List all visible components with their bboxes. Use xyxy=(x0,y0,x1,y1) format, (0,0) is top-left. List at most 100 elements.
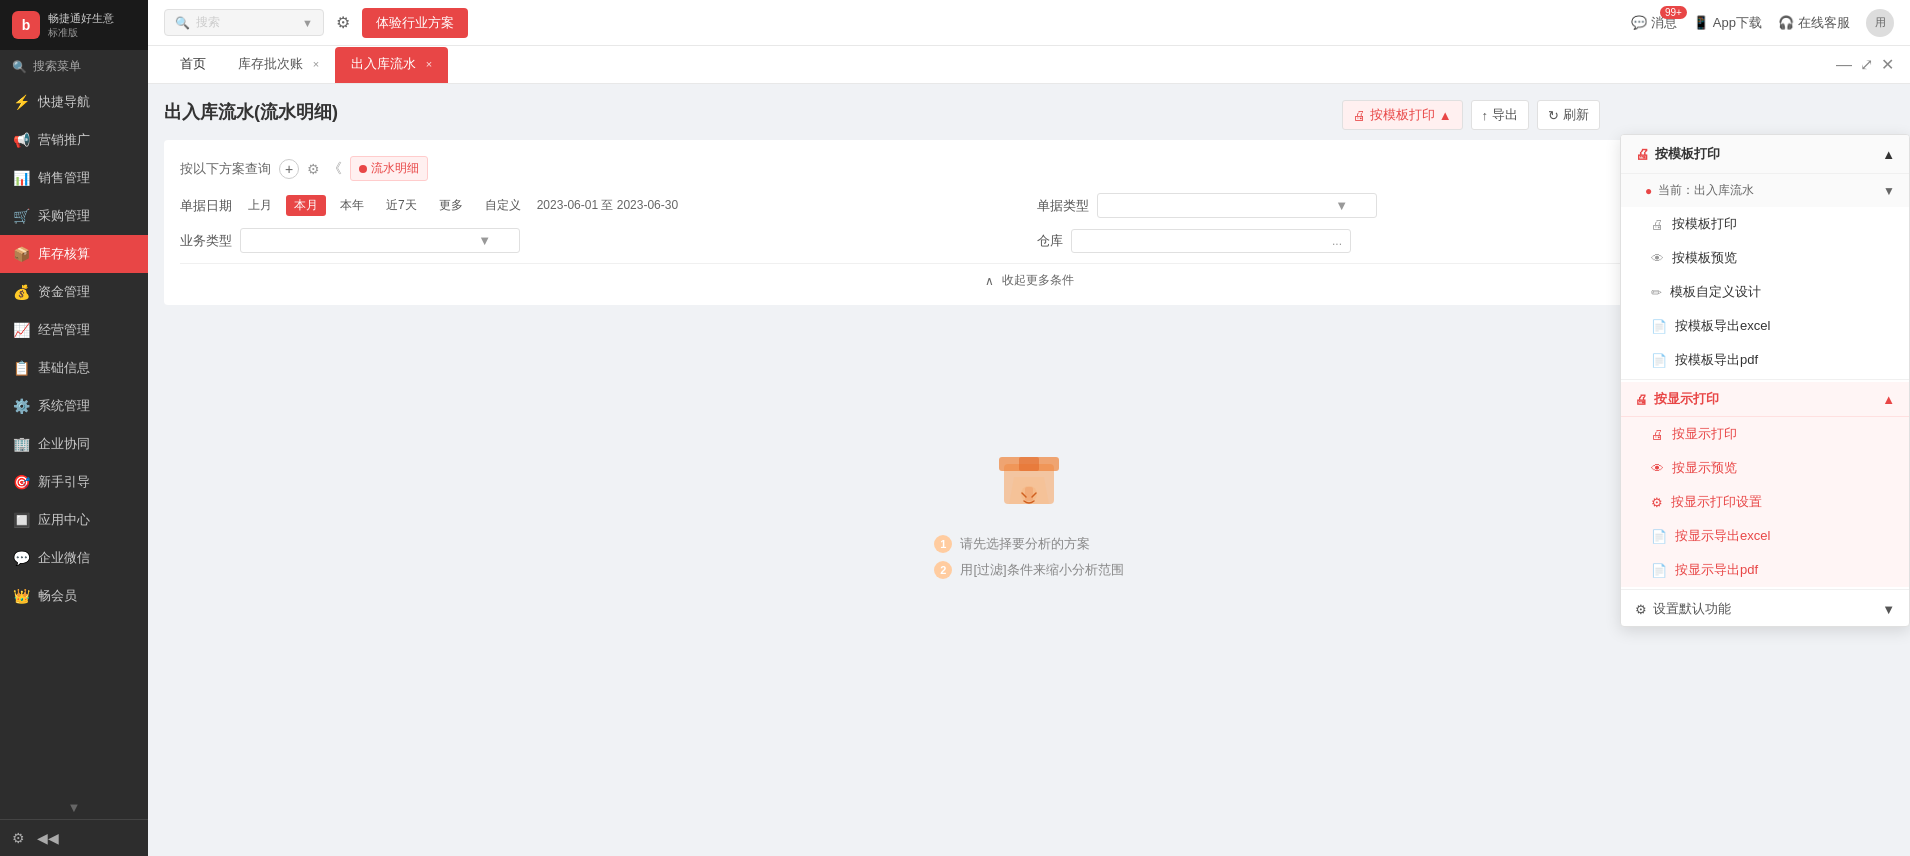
filter-warehouse-input[interactable]: ... xyxy=(1071,229,1351,253)
settings-bottom-icon[interactable]: ⚙ xyxy=(12,830,25,846)
dropdown-item-export-pdf[interactable]: 📄 按模板导出pdf xyxy=(1621,343,1909,377)
dropdown-item-template-print[interactable]: 🖨 按模板打印 xyxy=(1621,207,1909,241)
sidebar-item-sales[interactable]: 📊 销售管理 xyxy=(0,159,148,197)
date-tab-custom[interactable]: 自定义 xyxy=(477,195,529,216)
membership-icon: 👑 xyxy=(12,587,30,605)
date-tabs: 上月 本月 本年 近7天 更多 自定义 xyxy=(240,195,529,216)
dropdown-item-custom-design[interactable]: ✏ 模板自定义设计 xyxy=(1621,275,1909,309)
sidebar-item-quick-nav[interactable]: ⚡ 快捷导航 xyxy=(0,83,148,121)
template-print-button[interactable]: 🖨 按模板打印 ▲ xyxy=(1342,100,1463,130)
export-button[interactable]: ↑ 导出 xyxy=(1471,100,1530,130)
online-service-button[interactable]: 🎧 在线客服 xyxy=(1778,14,1850,32)
sidebar-item-enterprise[interactable]: 🏢 企业协同 xyxy=(0,425,148,463)
page-title: 出入库流水(流水明细) xyxy=(164,100,1894,124)
svg-rect-2 xyxy=(1019,457,1039,471)
filter-settings-icon[interactable]: ⚙ xyxy=(307,161,320,177)
filter-add-button[interactable]: + xyxy=(279,159,299,179)
business-select-arrow: ▼ xyxy=(478,233,491,248)
marketing-icon: 📢 xyxy=(12,131,30,149)
filter-collapse-icon[interactable]: 《 xyxy=(328,160,342,178)
operations-icon: 📈 xyxy=(12,321,30,339)
header-search-icon: 🔍 xyxy=(175,16,190,30)
window-minimize-icon[interactable]: — xyxy=(1836,56,1852,74)
newbie-icon: 🎯 xyxy=(12,473,30,491)
sidebar-item-inventory[interactable]: 📦 库存核算 xyxy=(0,235,148,273)
tab-inout-flow[interactable]: 出入库流水 × xyxy=(335,47,448,83)
chevron-up-icon: ▲ xyxy=(1439,108,1452,123)
dropdown-section2-header[interactable]: 🖨 按显示打印 ▲ xyxy=(1621,382,1909,417)
filter-business-select[interactable]: ▼ xyxy=(240,228,520,253)
enterprise-icon: 🏢 xyxy=(12,435,30,453)
display-print-item-icon: 🖨 xyxy=(1651,427,1664,442)
sidebar-item-system[interactable]: ⚙️ 系统管理 xyxy=(0,387,148,425)
sidebar-item-newbie[interactable]: 🎯 新手引导 xyxy=(0,463,148,501)
dropdown-section1-header[interactable]: 🖨 按模板打印 ▲ xyxy=(1621,135,1909,174)
dropdown-item-template-preview[interactable]: 👁 按模板预览 xyxy=(1621,241,1909,275)
header: 🔍 搜索 ▼ ⚙ 体验行业方案 💬 消息 99+ 📱 App下载 🎧 在线客服 … xyxy=(148,0,1910,46)
active-filter-tag[interactable]: 流水明细 xyxy=(350,156,428,181)
sales-icon: 📊 xyxy=(12,169,30,187)
trial-button[interactable]: 体验行业方案 xyxy=(362,8,468,38)
date-range-display: 2023-06-01 至 2023-06-30 xyxy=(537,197,678,214)
app-center-icon: 🔲 xyxy=(12,511,30,529)
page-actions: 🖨 按模板打印 ▲ ↑ 导出 ↻ 刷新 xyxy=(1342,100,1600,130)
message-button[interactable]: 💬 消息 99+ xyxy=(1631,14,1677,32)
filter-date-item: 单据日期 上月 本月 本年 近7天 更多 自定义 2023-06-01 至 20… xyxy=(180,195,1021,216)
dropdown-item-export-excel[interactable]: 📄 按模板导出excel xyxy=(1621,309,1909,343)
header-gear-icon[interactable]: ⚙ xyxy=(336,13,350,32)
display-excel-item-icon: 📄 xyxy=(1651,529,1667,544)
sidebar-item-basic-info[interactable]: 📋 基础信息 xyxy=(0,349,148,387)
dropdown-item-display-preview[interactable]: 👁 按显示预览 xyxy=(1621,451,1909,485)
sidebar-scroll-down[interactable]: ▼ xyxy=(0,796,148,819)
user-avatar[interactable]: 用 xyxy=(1866,9,1894,37)
export-excel-item-icon: 📄 xyxy=(1651,319,1667,334)
sidebar-item-app-center[interactable]: 🔲 应用中心 xyxy=(0,501,148,539)
tab-inventory-batch[interactable]: 库存批次账 × xyxy=(222,47,335,83)
app-download-button[interactable]: 📱 App下载 xyxy=(1693,14,1762,32)
dropdown-item-display-print[interactable]: 🖨 按显示打印 xyxy=(1621,417,1909,451)
refresh-button[interactable]: ↻ 刷新 xyxy=(1537,100,1600,130)
window-close-icon[interactable]: ✕ xyxy=(1881,55,1894,74)
empty-step-2: 2 用[过滤]条件来缩小分析范围 xyxy=(934,561,1123,579)
tab-inout-flow-close[interactable]: × xyxy=(426,58,432,70)
type-select-arrow: ▼ xyxy=(1335,198,1348,213)
date-tab-7days[interactable]: 近7天 xyxy=(378,195,425,216)
app-download-icon: 📱 xyxy=(1693,15,1709,30)
step-num-2: 2 xyxy=(934,561,952,579)
dropdown-item-display-pdf[interactable]: 📄 按显示导出pdf xyxy=(1621,553,1909,587)
sidebar-item-enterprise-wechat[interactable]: 💬 企业微信 xyxy=(0,539,148,577)
dropdown-divider-2 xyxy=(1621,589,1909,590)
date-tab-this-year[interactable]: 本年 xyxy=(332,195,372,216)
dropdown-current-template[interactable]: ● 当前：出入库流水 ▼ xyxy=(1621,174,1909,207)
header-search-dropdown[interactable]: ▼ xyxy=(302,17,313,29)
dropdown-item-display-settings[interactable]: ⚙ 按显示打印设置 xyxy=(1621,485,1909,519)
date-tab-more[interactable]: 更多 xyxy=(431,195,471,216)
date-tab-this-month[interactable]: 本月 xyxy=(286,195,326,216)
header-search[interactable]: 🔍 搜索 ▼ xyxy=(164,9,324,36)
date-tab-last-month[interactable]: 上月 xyxy=(240,195,280,216)
window-maximize-icon[interactable]: ⤢ xyxy=(1860,55,1873,74)
dropdown-section3-header[interactable]: ⚙ 设置默认功能 ▼ xyxy=(1621,592,1909,626)
step-num-1: 1 xyxy=(934,535,952,553)
filter-type-select[interactable]: ▼ xyxy=(1097,193,1377,218)
dropdown-item-display-excel[interactable]: 📄 按显示导出excel xyxy=(1621,519,1909,553)
tab-inventory-batch-close[interactable]: × xyxy=(313,58,319,70)
sidebar-item-finance[interactable]: 💰 资金管理 xyxy=(0,273,148,311)
sidebar-search-menu[interactable]: 🔍 搜索菜单 xyxy=(0,50,148,83)
sidebar-item-purchase[interactable]: 🛒 采购管理 xyxy=(0,197,148,235)
display-settings-item-icon: ⚙ xyxy=(1651,495,1663,510)
sidebar: b 畅捷通好生意 标准版 🔍 搜索菜单 ⚡ 快捷导航 📢 营销推广 📊 销售管理… xyxy=(0,0,148,856)
refresh-icon: ↻ xyxy=(1548,108,1559,123)
sidebar-item-operations[interactable]: 📈 经营管理 xyxy=(0,311,148,349)
sidebar-item-membership[interactable]: 👑 畅会员 xyxy=(0,577,148,615)
tab-home[interactable]: 首页 xyxy=(164,47,222,83)
sidebar-logo: b 畅捷通好生意 标准版 xyxy=(0,0,148,50)
sidebar-item-marketing[interactable]: 📢 营销推广 xyxy=(0,121,148,159)
collapse-sidebar-icon[interactable]: ◀◀ xyxy=(37,830,59,846)
search-icon: 🔍 xyxy=(12,60,27,74)
warehouse-more-icon[interactable]: ... xyxy=(1332,234,1342,248)
sidebar-bottom: ⚙ ◀◀ xyxy=(0,819,148,856)
quick-nav-icon: ⚡ xyxy=(12,93,30,111)
main-area: 🔍 搜索 ▼ ⚙ 体验行业方案 💬 消息 99+ 📱 App下载 🎧 在线客服 … xyxy=(148,0,1910,856)
dropdown-panel: 🖨 按模板打印 ▲ ● 当前：出入库流水 ▼ 🖨 按模板打印 👁 按模板预览 xyxy=(1620,134,1910,627)
